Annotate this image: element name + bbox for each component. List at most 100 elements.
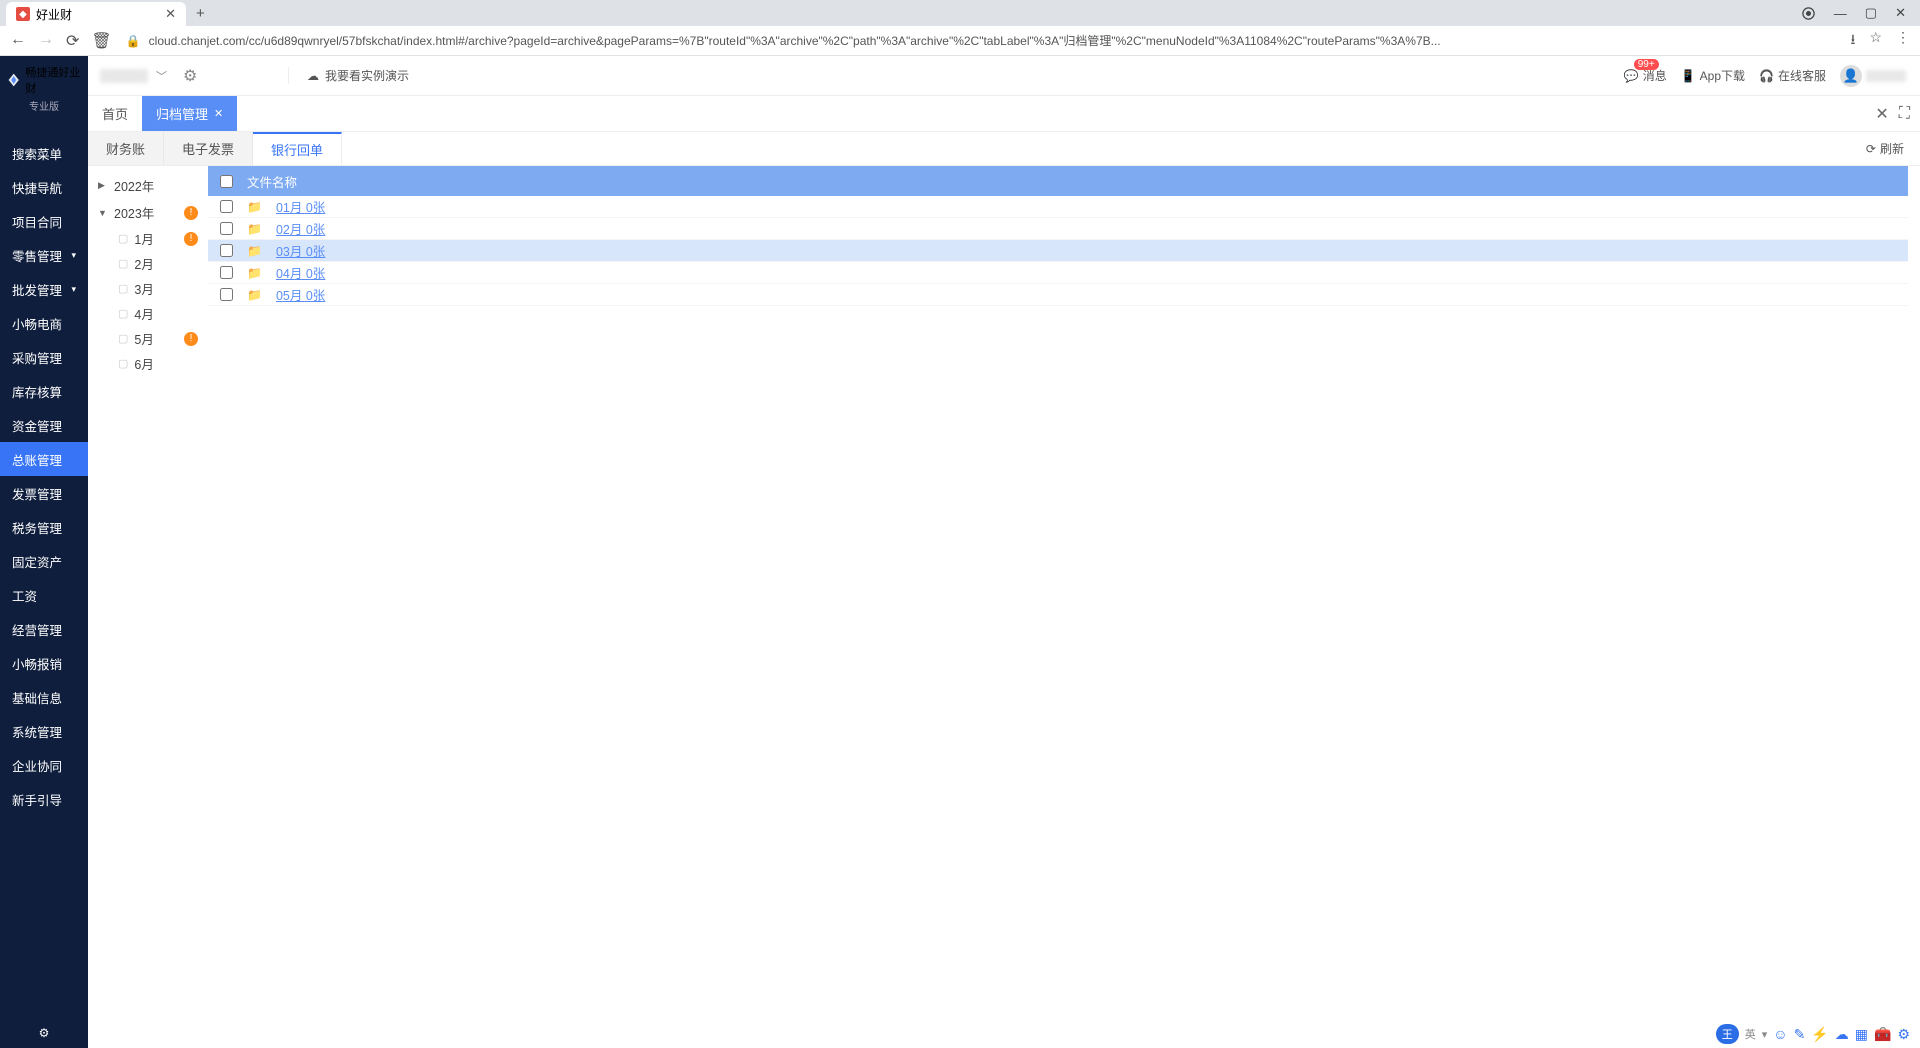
close-all-icon[interactable]: ✕ bbox=[1875, 104, 1888, 124]
tray-edit-icon[interactable]: ✎ bbox=[1794, 1026, 1806, 1043]
table-row[interactable]: 📁01月 0张 bbox=[208, 196, 1908, 218]
tree-year-2022[interactable]: ▶ 2022年 bbox=[88, 172, 208, 199]
sidebar-item[interactable]: 固定资产 bbox=[0, 544, 88, 578]
sidebar-item[interactable]: 批发管理▾ bbox=[0, 272, 88, 306]
row-checkbox[interactable] bbox=[220, 266, 233, 279]
sidebar-item[interactable]: 税务管理 bbox=[0, 510, 88, 544]
new-tab-button[interactable]: + bbox=[196, 5, 205, 22]
sidebar-item[interactable]: 快捷导航 bbox=[0, 170, 88, 204]
file-link[interactable]: 01月 0张 bbox=[276, 197, 325, 216]
sidebar-item[interactable]: 资金管理 bbox=[0, 408, 88, 442]
page-tab-home[interactable]: 首页 bbox=[88, 96, 142, 131]
sidebar-item[interactable]: 项目合同 bbox=[0, 204, 88, 238]
tray-cloud-icon[interactable]: ☁ bbox=[1835, 1026, 1849, 1043]
sidebar-settings[interactable]: ⚙ bbox=[0, 1018, 88, 1048]
select-all-checkbox[interactable] bbox=[220, 175, 233, 188]
chevron-down-icon: ﹀ bbox=[156, 68, 167, 84]
sidebar-item[interactable]: 零售管理▾ bbox=[0, 238, 88, 272]
row-checkbox[interactable] bbox=[220, 222, 233, 235]
table-row[interactable]: 📁04月 0张 bbox=[208, 262, 1908, 284]
table-row[interactable]: 📁02月 0张 bbox=[208, 218, 1908, 240]
table-row[interactable]: 📁03月 0张 bbox=[208, 240, 1908, 262]
fullscreen-icon[interactable]: ⛶ bbox=[1899, 105, 1910, 123]
tree-year-2023[interactable]: ▼ 2023年 ! bbox=[88, 199, 208, 226]
ime-lang[interactable]: 英 bbox=[1745, 1026, 1756, 1042]
reload-icon[interactable]: ⟳ bbox=[66, 31, 79, 51]
main: 首页 归档管理 ✕ ✕ ⛶ 财务账 电子发票 银行回单 ⟳ 刷新 bbox=[88, 96, 1920, 1048]
tray-caret-icon[interactable]: ▾ bbox=[1762, 1028, 1768, 1041]
tray-gear-icon[interactable]: ⚙ bbox=[1897, 1026, 1910, 1043]
table-row[interactable]: 📁05月 0张 bbox=[208, 284, 1908, 306]
sidebar-item[interactable]: 基础信息 bbox=[0, 680, 88, 714]
sub-tab-bank[interactable]: 银行回单 bbox=[253, 132, 342, 165]
sub-tabs: 财务账 电子发票 银行回单 ⟳ 刷新 bbox=[88, 132, 1920, 166]
url-bar[interactable]: 🔒 cloud.chanjet.com/cc/u6d89qwnryel/57bf… bbox=[126, 32, 1837, 49]
account-icon[interactable] bbox=[1801, 6, 1816, 21]
sub-tab-finance[interactable]: 财务账 bbox=[88, 132, 164, 165]
ime-pill[interactable]: 王 bbox=[1716, 1024, 1739, 1044]
tree-month-6[interactable]: ▢ 6月 bbox=[88, 351, 208, 376]
sidebar-item[interactable]: 工资 bbox=[0, 578, 88, 612]
tree-month-2[interactable]: ▢ 2月 bbox=[88, 251, 208, 276]
gear-icon[interactable]: ⚙ bbox=[183, 66, 197, 86]
sidebar-item[interactable]: 企业协同 bbox=[0, 748, 88, 782]
sidebar-item[interactable]: 小畅电商 bbox=[0, 306, 88, 340]
refresh-button[interactable]: ⟳ 刷新 bbox=[1866, 132, 1920, 165]
install-icon[interactable]: ⭳ bbox=[1851, 29, 1856, 53]
page-tab-archive[interactable]: 归档管理 ✕ bbox=[142, 96, 237, 131]
tray-bolt-icon[interactable]: ⚡ bbox=[1811, 1026, 1828, 1043]
tab-close-icon[interactable]: ✕ bbox=[165, 6, 176, 22]
sub-tab-einvoice[interactable]: 电子发票 bbox=[164, 132, 253, 165]
tree-month-4[interactable]: ▢ 4月 bbox=[88, 301, 208, 326]
company-select[interactable]: ﹀ ⚙ bbox=[88, 66, 268, 86]
tab-title: 好业财 bbox=[36, 6, 159, 23]
month-label: 5月 bbox=[134, 329, 153, 348]
tree-month-1[interactable]: ▢ 1月 ! bbox=[88, 226, 208, 251]
tab-label: 归档管理 bbox=[156, 104, 208, 123]
tray-smile-icon[interactable]: ☺ bbox=[1773, 1026, 1787, 1042]
header-app-download[interactable]: 📱 App下载 bbox=[1681, 67, 1745, 84]
user-menu[interactable]: 👤 bbox=[1840, 65, 1906, 87]
sidebar-item[interactable]: 小畅报销 bbox=[0, 646, 88, 680]
forward-icon[interactable]: → bbox=[38, 31, 54, 51]
demo-link[interactable]: ☁ 我要看实例演示 bbox=[288, 67, 409, 84]
sidebar-item-label: 税务管理 bbox=[12, 518, 62, 537]
header-service[interactable]: 🎧 在线客服 bbox=[1759, 67, 1826, 84]
tray-grid-icon[interactable]: ▦ bbox=[1855, 1026, 1868, 1043]
minimize-icon[interactable]: — bbox=[1834, 6, 1847, 21]
year-label: 2022年 bbox=[114, 176, 154, 195]
sidebar-item[interactable]: 总账管理 bbox=[0, 442, 88, 476]
refresh-icon: ⟳ bbox=[1866, 142, 1876, 156]
browser-tab[interactable]: ◆ 好业财 ✕ bbox=[6, 2, 186, 26]
file-link[interactable]: 02月 0张 bbox=[276, 219, 325, 238]
tab-close-icon[interactable]: ✕ bbox=[214, 107, 223, 120]
trash-icon[interactable]: 🗑 bbox=[91, 31, 111, 51]
sidebar-item[interactable]: 搜索菜单 bbox=[0, 136, 88, 170]
sidebar: 搜索菜单快捷导航项目合同零售管理▾批发管理▾小畅电商采购管理库存核算资金管理总账… bbox=[0, 96, 88, 1048]
avatar-icon: 👤 bbox=[1840, 65, 1862, 87]
header-messages[interactable]: 💬 消息 99+ bbox=[1624, 67, 1667, 84]
kebab-icon[interactable]: ⋮ bbox=[1896, 29, 1910, 53]
sidebar-item[interactable]: 采购管理 bbox=[0, 340, 88, 374]
back-icon[interactable]: ← bbox=[10, 31, 26, 51]
maximize-icon[interactable]: ▢ bbox=[1865, 5, 1877, 21]
month-label: 6月 bbox=[134, 354, 153, 373]
row-checkbox[interactable] bbox=[220, 288, 233, 301]
sub-tab-label: 财务账 bbox=[106, 139, 145, 158]
row-checkbox[interactable] bbox=[220, 200, 233, 213]
tree-month-5[interactable]: ▢ 5月 ! bbox=[88, 326, 208, 351]
sidebar-item[interactable]: 发票管理 bbox=[0, 476, 88, 510]
row-checkbox[interactable] bbox=[220, 244, 233, 257]
tray-toolbox-icon[interactable]: 🧰 bbox=[1874, 1026, 1891, 1043]
sidebar-item[interactable]: 新手引导 bbox=[0, 782, 88, 816]
sidebar-item[interactable]: 库存核算 bbox=[0, 374, 88, 408]
file-link[interactable]: 03月 0张 bbox=[276, 241, 325, 260]
sidebar-item[interactable]: 系统管理 bbox=[0, 714, 88, 748]
sidebar-item[interactable]: 经营管理 bbox=[0, 612, 88, 646]
file-link[interactable]: 04月 0张 bbox=[276, 263, 325, 282]
page-tabs: 首页 归档管理 ✕ ✕ ⛶ bbox=[88, 96, 1920, 132]
bookmark-icon[interactable]: ☆ bbox=[1869, 29, 1882, 53]
tree-month-3[interactable]: ▢ 3月 bbox=[88, 276, 208, 301]
file-link[interactable]: 05月 0张 bbox=[276, 285, 325, 304]
close-window-icon[interactable]: ✕ bbox=[1895, 5, 1906, 21]
